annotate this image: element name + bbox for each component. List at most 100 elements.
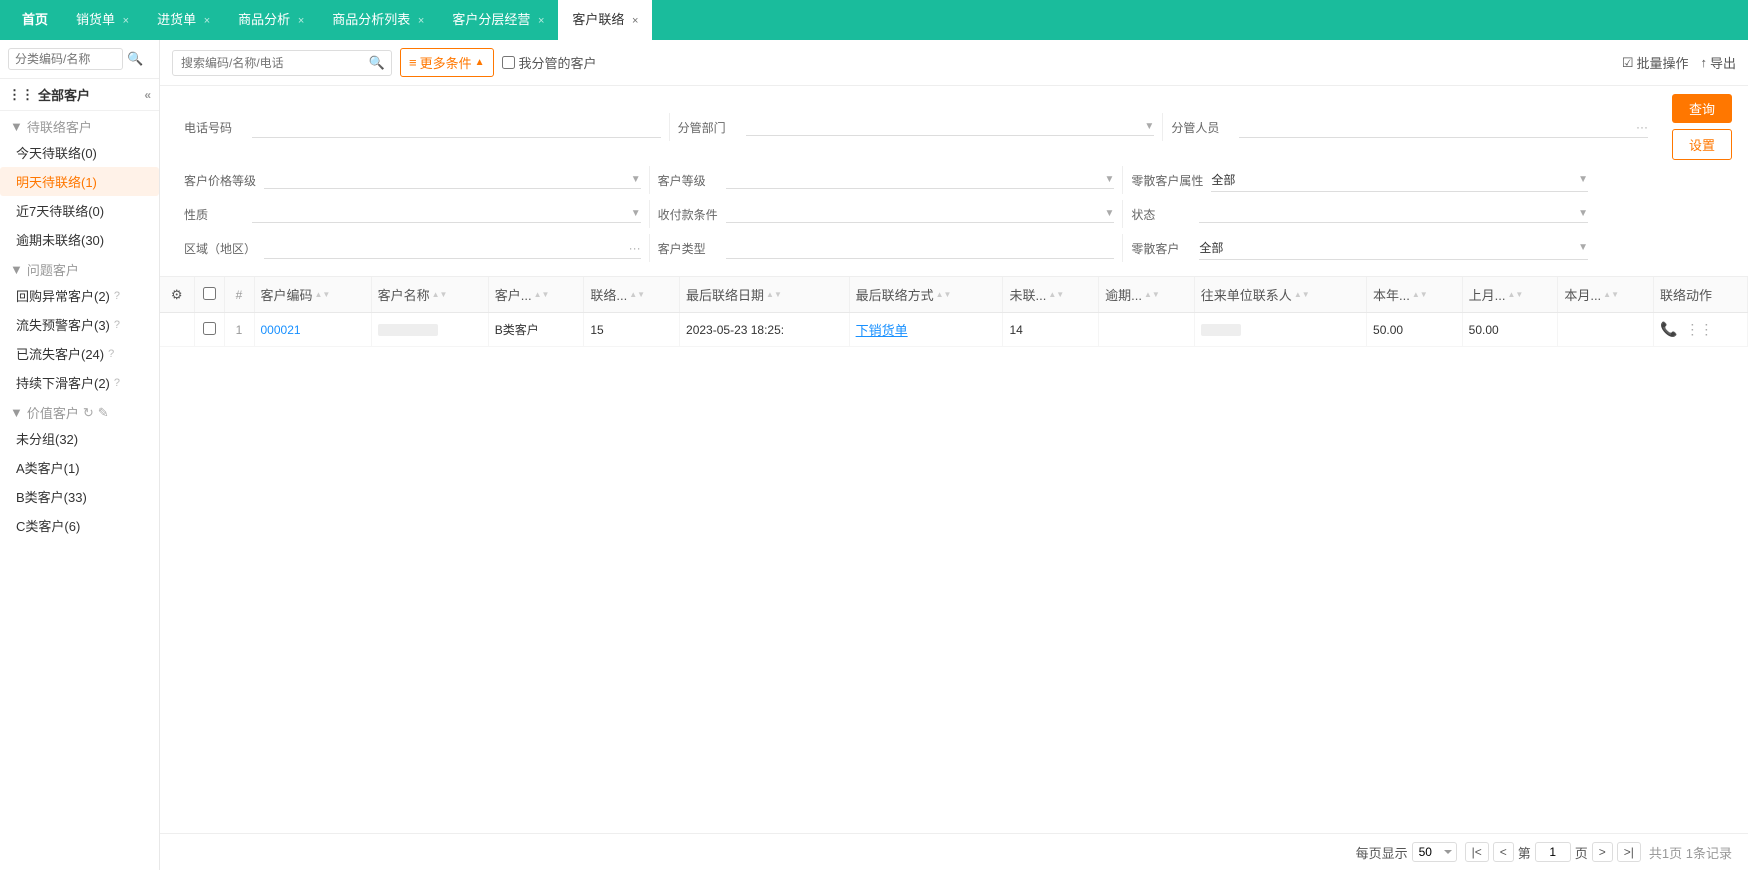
sort-last-type-icon[interactable]: ▲▼ (936, 291, 952, 299)
sort-uncontacted-icon[interactable]: ▲▼ (1048, 291, 1064, 299)
th-last-month[interactable]: 上月... ▲▼ (1462, 277, 1558, 313)
page-num-input[interactable] (1535, 842, 1571, 862)
close-customer-tier-icon[interactable]: × (538, 15, 544, 27)
gear-icon[interactable]: ⚙ (171, 287, 183, 302)
sidebar-item-churned[interactable]: 已流失客户(24) ? (0, 339, 159, 368)
nav-customer-contact[interactable]: 客户联络 × (558, 0, 652, 40)
action-menu-icon[interactable]: ⋮⋮ (1685, 321, 1713, 338)
th-contact[interactable]: 联络... ▲▼ (584, 277, 680, 313)
batch-btn[interactable]: ☑ 批量操作 (1622, 53, 1689, 72)
help-icon-repurchase[interactable]: ? (114, 290, 120, 302)
nav-home[interactable]: 首页 (8, 0, 62, 40)
close-goods-analysis-icon[interactable]: × (298, 15, 304, 27)
filter-nature-select[interactable]: ▼ (252, 205, 641, 223)
sidebar-item-c-class[interactable]: C类客户(6) (0, 511, 159, 540)
last-page-btn[interactable]: >| (1617, 842, 1641, 862)
filter-scatter-cust-select[interactable]: 全部 ▼ (1199, 236, 1588, 260)
sidebar-item-overdue[interactable]: 逾期未联络(30) (0, 225, 159, 254)
sidebar-item-7days[interactable]: 近7天待联络(0) (0, 196, 159, 225)
th-this-year[interactable]: 本年... ▲▼ (1367, 277, 1463, 313)
page-size-select[interactable]: 50 100 200 (1412, 842, 1457, 862)
sidebar-item-ungrouped[interactable]: 未分组(32) (0, 424, 159, 453)
filter-cust-level-select[interactable]: ▼ (726, 171, 1115, 189)
filter-person-select[interactable]: ··· (1239, 117, 1648, 138)
close-purchase-icon[interactable]: × (204, 15, 210, 27)
sidebar-all-customers[interactable]: ⋮⋮ 全部客户 « (0, 79, 159, 111)
sidebar-item-churn-warning[interactable]: 流失预警客户(3) ? (0, 310, 159, 339)
th-type[interactable]: 客户... ▲▼ (488, 277, 584, 313)
query-btn[interactable]: 查询 (1672, 94, 1732, 123)
sidebar-item-declining[interactable]: 持续下滑客户(2) ? (0, 368, 159, 397)
td-code[interactable]: 000021 (254, 313, 371, 347)
td-last-contact-type[interactable]: 下销货单 (849, 313, 1003, 347)
sidebar-item-today[interactable]: 今天待联络(0) (0, 138, 159, 167)
set-btn[interactable]: 设置 (1672, 129, 1732, 160)
th-overdue[interactable]: 逾期... ▲▼ (1099, 277, 1195, 313)
filter-dept-select[interactable]: ▼ (746, 118, 1155, 136)
filter-phone-input[interactable] (252, 117, 661, 138)
th-last-contact-date[interactable]: 最后联络日期 ▲▼ (680, 277, 850, 313)
value-group-edit-icon[interactable]: ✎ (98, 405, 109, 421)
sidebar-search-icon[interactable]: 🔍 (127, 51, 143, 67)
help-icon-declining[interactable]: ? (114, 377, 120, 389)
next-page-btn[interactable]: > (1592, 842, 1613, 862)
my-customers-checkbox[interactable] (502, 56, 515, 69)
sidebar-item-b-class[interactable]: B类客户(33) (0, 482, 159, 511)
sidebar-search-input[interactable] (8, 48, 123, 70)
th-last-contact-type[interactable]: 最后联络方式 ▲▼ (849, 277, 1003, 313)
th-name[interactable]: 客户名称 ▲▼ (371, 277, 488, 313)
filter-region-dots-icon[interactable]: ··· (629, 241, 641, 255)
sort-unit-contact-icon[interactable]: ▲▼ (1294, 291, 1310, 299)
sidebar-collapse-icon[interactable]: « (144, 88, 151, 102)
td-this-month (1558, 313, 1654, 347)
value-group-refresh-icon[interactable]: ↻ (83, 405, 94, 421)
sort-contact-icon[interactable]: ▲▼ (629, 291, 645, 299)
search-icon[interactable]: 🔍 (369, 55, 385, 71)
close-sales-icon[interactable]: × (123, 15, 129, 27)
close-customer-contact-icon[interactable]: × (632, 15, 638, 27)
sort-this-month-icon[interactable]: ▲▼ (1603, 291, 1619, 299)
filter-payment-select[interactable]: ▼ (726, 205, 1115, 223)
th-unit-contact[interactable]: 往来单位联系人 ▲▼ (1194, 277, 1366, 313)
nav-customer-tier[interactable]: 客户分层经营 × (438, 0, 558, 40)
sort-code-icon[interactable]: ▲▼ (315, 291, 331, 299)
prev-page-btn[interactable]: < (1493, 842, 1514, 862)
export-btn[interactable]: ↑ 导出 (1700, 53, 1736, 72)
sort-last-month-icon[interactable]: ▲▼ (1508, 291, 1524, 299)
select-all-checkbox[interactable] (203, 287, 216, 300)
action-call-icon[interactable]: 📞 (1660, 321, 1677, 338)
th-uncontacted[interactable]: 未联... ▲▼ (1003, 277, 1099, 313)
th-this-month[interactable]: 本月... ▲▼ (1558, 277, 1654, 313)
close-goods-analysis-list-icon[interactable]: × (418, 15, 424, 27)
th-check[interactable] (194, 277, 224, 313)
sort-this-year-icon[interactable]: ▲▼ (1412, 291, 1428, 299)
sort-type-icon[interactable]: ▲▼ (534, 291, 550, 299)
filter-region-select[interactable]: ··· (264, 238, 641, 259)
th-gear[interactable]: ⚙ (160, 277, 194, 313)
sort-name-icon[interactable]: ▲▼ (432, 291, 448, 299)
filter-person-dots-icon[interactable]: ··· (1636, 120, 1648, 134)
nav-sales[interactable]: 销货单 × (62, 0, 143, 40)
row-checkbox[interactable] (203, 322, 216, 335)
sidebar-item-repurchase-abnormal[interactable]: 回购异常客户(2) ? (0, 281, 159, 310)
nav-goods-analysis[interactable]: 商品分析 × (224, 0, 318, 40)
nav-goods-analysis-list[interactable]: 商品分析列表 × (318, 0, 438, 40)
sidebar-item-tomorrow[interactable]: 明天待联络(1) (0, 167, 159, 196)
filter-more-btn[interactable]: ≡ 更多条件 ▲ (400, 48, 494, 77)
sidebar-item-a-class[interactable]: A类客户(1) (0, 453, 159, 482)
help-icon-churned[interactable]: ? (108, 348, 114, 360)
my-customers-wrap[interactable]: 我分管的客户 (502, 53, 597, 72)
td-check[interactable] (194, 313, 224, 347)
last-contact-type-link[interactable]: 下销货单 (856, 323, 908, 338)
search-input[interactable] (172, 50, 392, 76)
filter-price-level-select[interactable]: ▼ (264, 171, 641, 189)
help-icon-churn-warning[interactable]: ? (114, 319, 120, 331)
filter-scatter-attr-select[interactable]: 全部 ▼ (1211, 168, 1588, 192)
th-code[interactable]: 客户编码 ▲▼ (254, 277, 371, 313)
sort-overdue-icon[interactable]: ▲▼ (1144, 291, 1160, 299)
sort-last-date-icon[interactable]: ▲▼ (766, 291, 782, 299)
filter-cust-type-input[interactable] (726, 238, 1115, 259)
nav-purchase[interactable]: 进货单 × (143, 0, 224, 40)
first-page-btn[interactable]: |< (1465, 842, 1489, 862)
filter-status-select[interactable]: ▼ (1199, 205, 1588, 223)
